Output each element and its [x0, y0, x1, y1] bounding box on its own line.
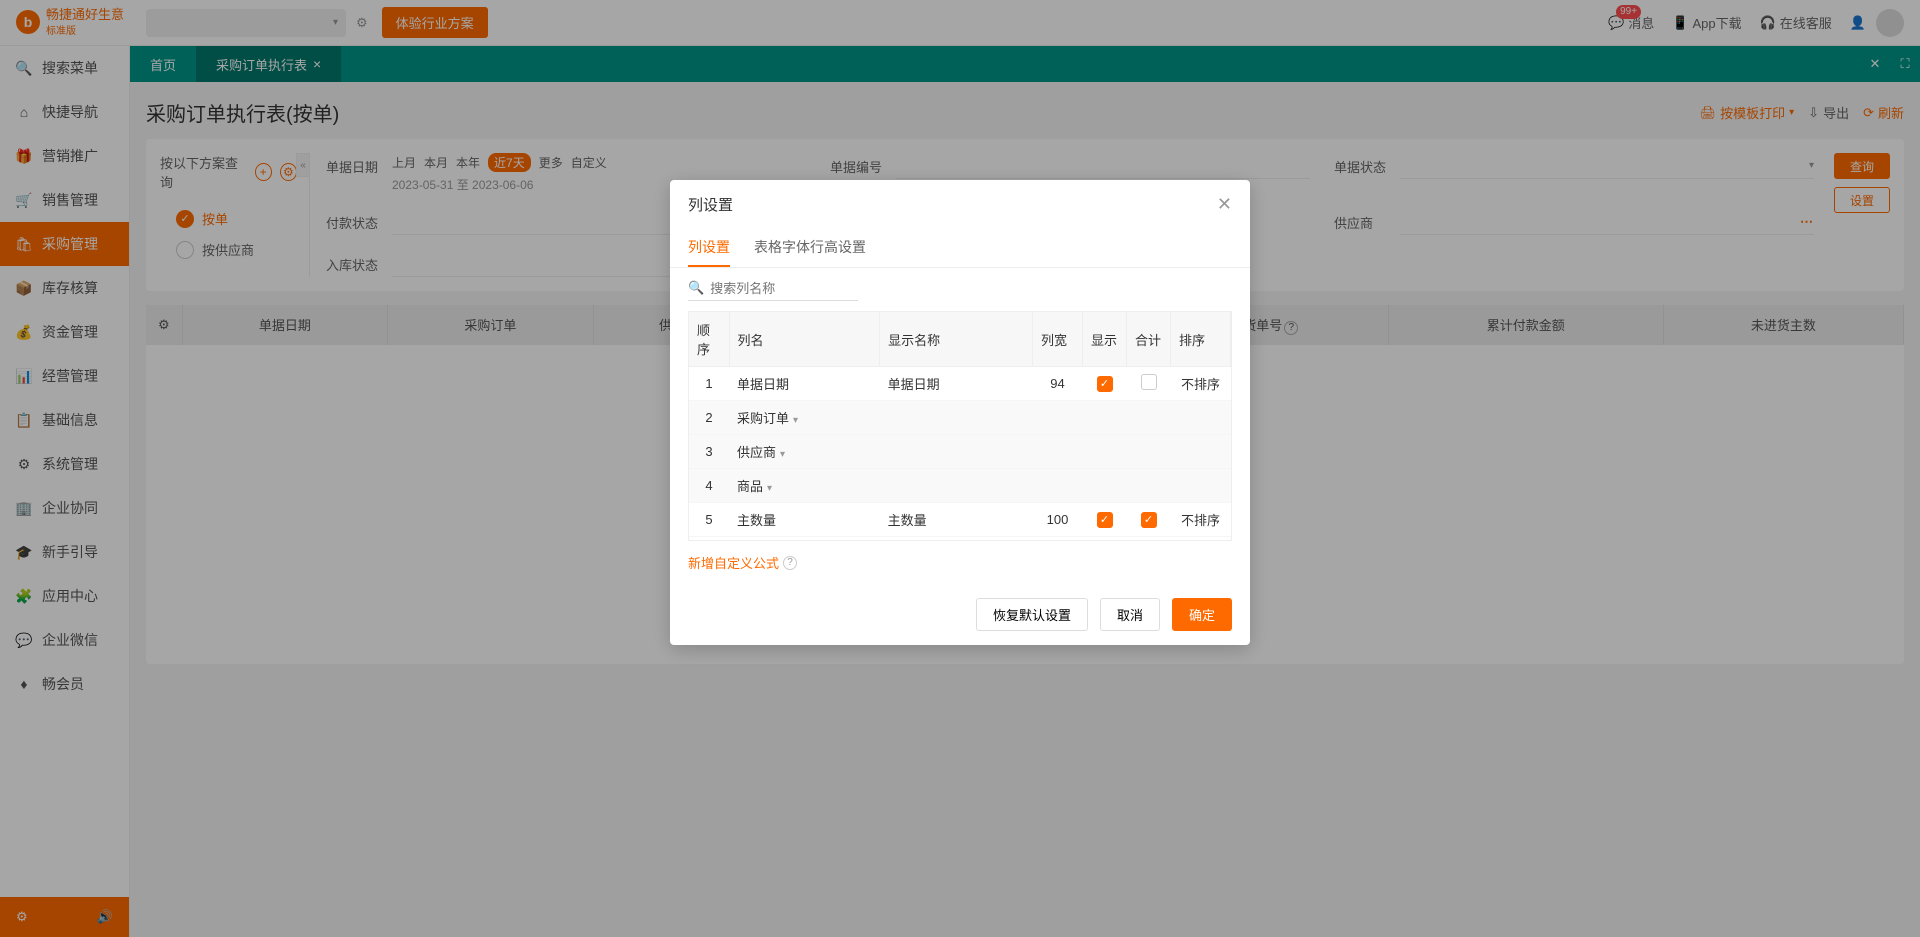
cell-display[interactable]: 主数量	[880, 503, 1033, 537]
restore-button[interactable]: 恢复默认设置	[976, 598, 1088, 631]
cell-width[interactable]: 94	[1033, 367, 1083, 401]
chevron-down-icon: ▾	[780, 449, 785, 460]
checkbox[interactable]: ✓	[1141, 512, 1157, 528]
column-row: 5 主数量 主数量 100 ✓ ✓ 不排序	[689, 503, 1231, 537]
column-row: 3供应商▾	[689, 435, 1231, 469]
cell-name: 辅数量	[729, 537, 880, 542]
th-width: 列宽	[1033, 312, 1083, 367]
cell-order: 1	[689, 367, 729, 401]
tab-columns[interactable]: 列设置	[688, 229, 730, 267]
close-icon[interactable]: ✕	[1217, 194, 1232, 215]
checkbox[interactable]	[1141, 374, 1157, 390]
cell-order: 5	[689, 503, 729, 537]
column-row: 1 单据日期 单据日期 94 ✓ 不排序	[689, 367, 1231, 401]
cell-show: ✓	[1083, 503, 1127, 537]
column-row: 6 辅数量 辅数量 100 ✓ 不排序	[689, 537, 1231, 542]
help-icon[interactable]: ?	[783, 556, 797, 570]
add-formula-link[interactable]: 新增自定义公式 ?	[688, 553, 797, 572]
cell-order: 3	[689, 435, 729, 469]
th-sort: 排序	[1171, 312, 1231, 367]
chevron-down-icon: ▾	[793, 415, 798, 426]
ok-button[interactable]: 确定	[1172, 598, 1232, 631]
checkbox[interactable]: ✓	[1097, 512, 1113, 528]
cell-name[interactable]: 采购订单▾	[729, 401, 1231, 435]
column-row: 4商品▾	[689, 469, 1231, 503]
th-sum: 合计	[1127, 312, 1171, 367]
column-search-input[interactable]	[710, 281, 886, 296]
cell-name[interactable]: 供应商▾	[729, 435, 1231, 469]
cell-sum	[1127, 537, 1171, 542]
cancel-button[interactable]: 取消	[1100, 598, 1160, 631]
modal-title: 列设置	[688, 194, 733, 215]
cell-sort[interactable]: 不排序	[1171, 537, 1231, 542]
cell-sort[interactable]: 不排序	[1171, 367, 1231, 401]
cell-width[interactable]: 100	[1033, 503, 1083, 537]
cell-name[interactable]: 商品▾	[729, 469, 1231, 503]
cell-sum	[1127, 367, 1171, 401]
modal-overlay: 列设置 ✕ 列设置 表格字体行高设置 🔍 顺序 列名 显示名称 列宽 显示	[0, 0, 1920, 937]
cell-display[interactable]: 辅数量	[880, 537, 1033, 542]
th-name: 列名	[729, 312, 880, 367]
chevron-down-icon: ▾	[767, 483, 772, 494]
cell-display[interactable]: 单据日期	[880, 367, 1033, 401]
cell-sort[interactable]: 不排序	[1171, 503, 1231, 537]
checkbox[interactable]: ✓	[1097, 376, 1113, 392]
cell-show: ✓	[1083, 367, 1127, 401]
column-row: 2采购订单▾	[689, 401, 1231, 435]
cell-name: 单据日期	[729, 367, 880, 401]
cell-name: 主数量	[729, 503, 880, 537]
cell-order: 2	[689, 401, 729, 435]
cell-order: 6	[689, 537, 729, 542]
tab-font[interactable]: 表格字体行高设置	[754, 229, 866, 267]
add-formula-label: 新增自定义公式	[688, 553, 779, 572]
cell-show: ✓	[1083, 537, 1127, 542]
cell-order: 4	[689, 469, 729, 503]
columns-table: 顺序 列名 显示名称 列宽 显示 合计 排序 1 单据日期 单据日期 94 ✓ …	[689, 312, 1231, 541]
cell-sum: ✓	[1127, 503, 1171, 537]
th-show: 显示	[1083, 312, 1127, 367]
column-settings-modal: 列设置 ✕ 列设置 表格字体行高设置 🔍 顺序 列名 显示名称 列宽 显示	[670, 180, 1250, 645]
cell-width[interactable]: 100	[1033, 537, 1083, 542]
th-display: 显示名称	[880, 312, 1033, 367]
search-icon: 🔍	[688, 280, 704, 296]
th-order: 顺序	[689, 312, 729, 367]
